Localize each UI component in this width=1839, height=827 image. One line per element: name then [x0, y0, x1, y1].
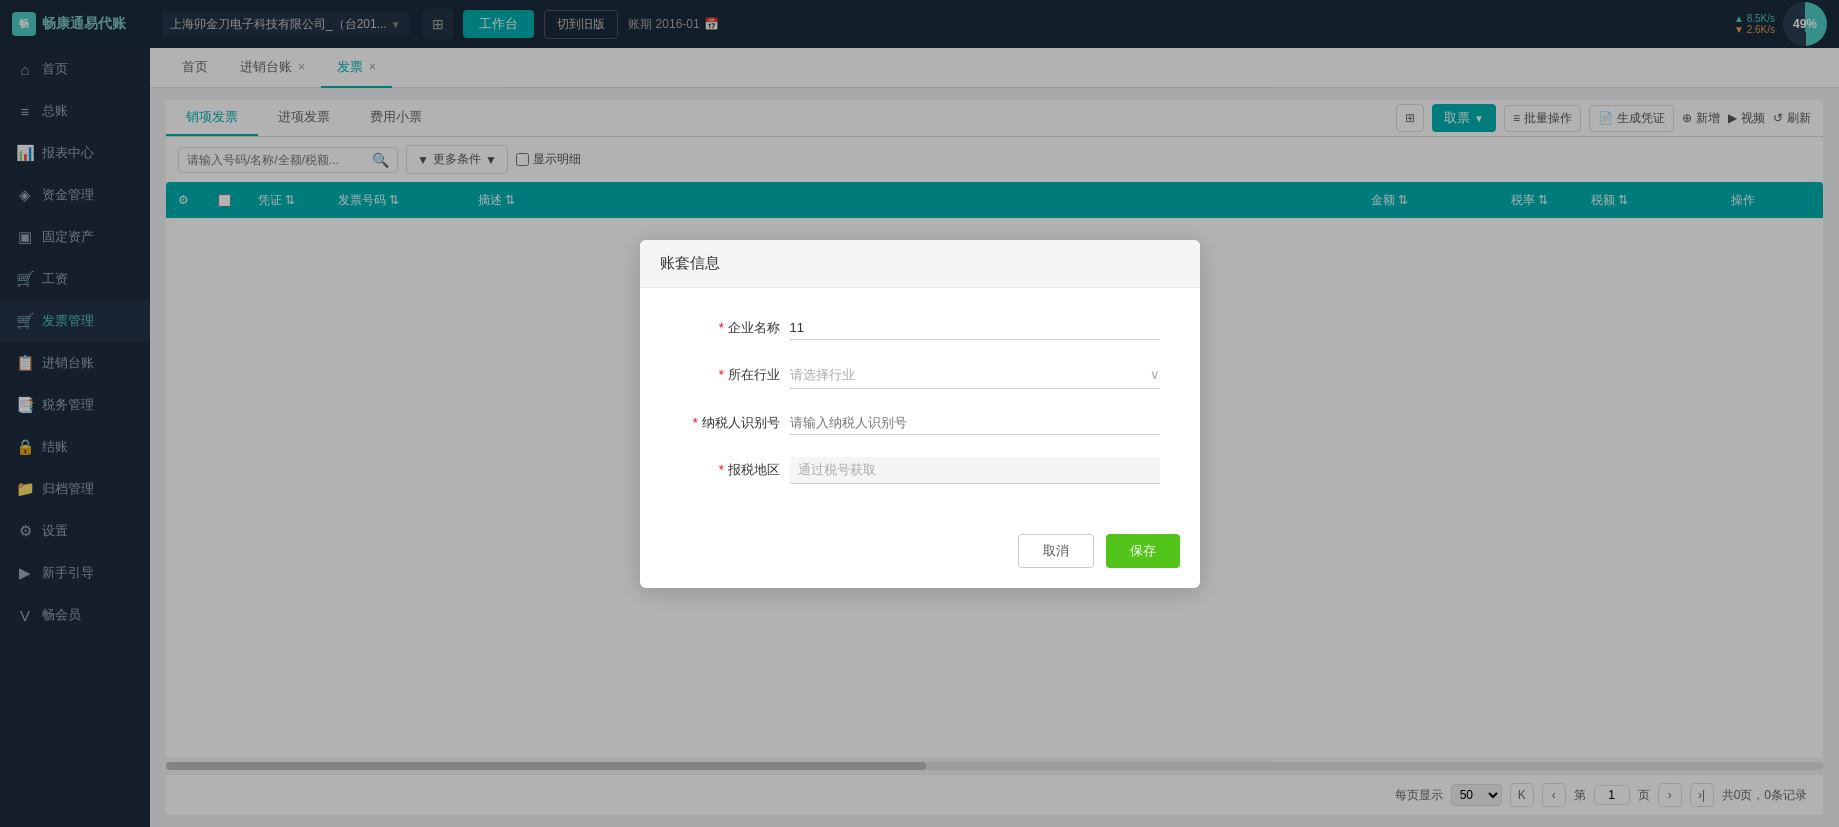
cancel-button[interactable]: 取消 — [1018, 534, 1094, 568]
tax-region-input: 通过税号获取 — [790, 457, 1160, 484]
dialog-body: * 企业名称 * 所在行业 请选择行业 ∨ * — [640, 288, 1200, 526]
industry-placeholder: 请选择行业 — [790, 366, 855, 384]
dialog-title: 账套信息 — [660, 254, 720, 271]
company-name-input[interactable] — [790, 316, 1160, 340]
tax-region-label: * 报税地区 — [680, 461, 790, 479]
industry-dropdown-arrow: ∨ — [1150, 367, 1160, 382]
tax-region-placeholder: 通过税号获取 — [798, 462, 876, 477]
industry-label: * 所在行业 — [680, 366, 790, 384]
account-info-dialog: 账套信息 * 企业名称 * 所在行业 请选择行业 ∨ — [640, 240, 1200, 588]
dialog-footer: 取消 保存 — [640, 526, 1200, 588]
company-name-label: * 企业名称 — [680, 319, 790, 337]
company-name-row: * 企业名称 — [680, 316, 1160, 340]
tax-id-label: * 纳税人识别号 — [680, 414, 790, 432]
required-star3: * — [693, 415, 698, 430]
required-star2: * — [719, 367, 724, 382]
tax-id-input[interactable] — [790, 411, 1160, 435]
dialog-header: 账套信息 — [640, 240, 1200, 288]
industry-select[interactable]: 请选择行业 ∨ — [790, 362, 1160, 389]
tax-id-row: * 纳税人识别号 — [680, 411, 1160, 435]
dialog-overlay: 账套信息 * 企业名称 * 所在行业 请选择行业 ∨ — [0, 0, 1839, 827]
required-star4: * — [719, 462, 724, 477]
industry-row: * 所在行业 请选择行业 ∨ — [680, 362, 1160, 389]
required-star: * — [719, 320, 724, 335]
tax-region-row: * 报税地区 通过税号获取 — [680, 457, 1160, 484]
save-button[interactable]: 保存 — [1106, 534, 1180, 568]
